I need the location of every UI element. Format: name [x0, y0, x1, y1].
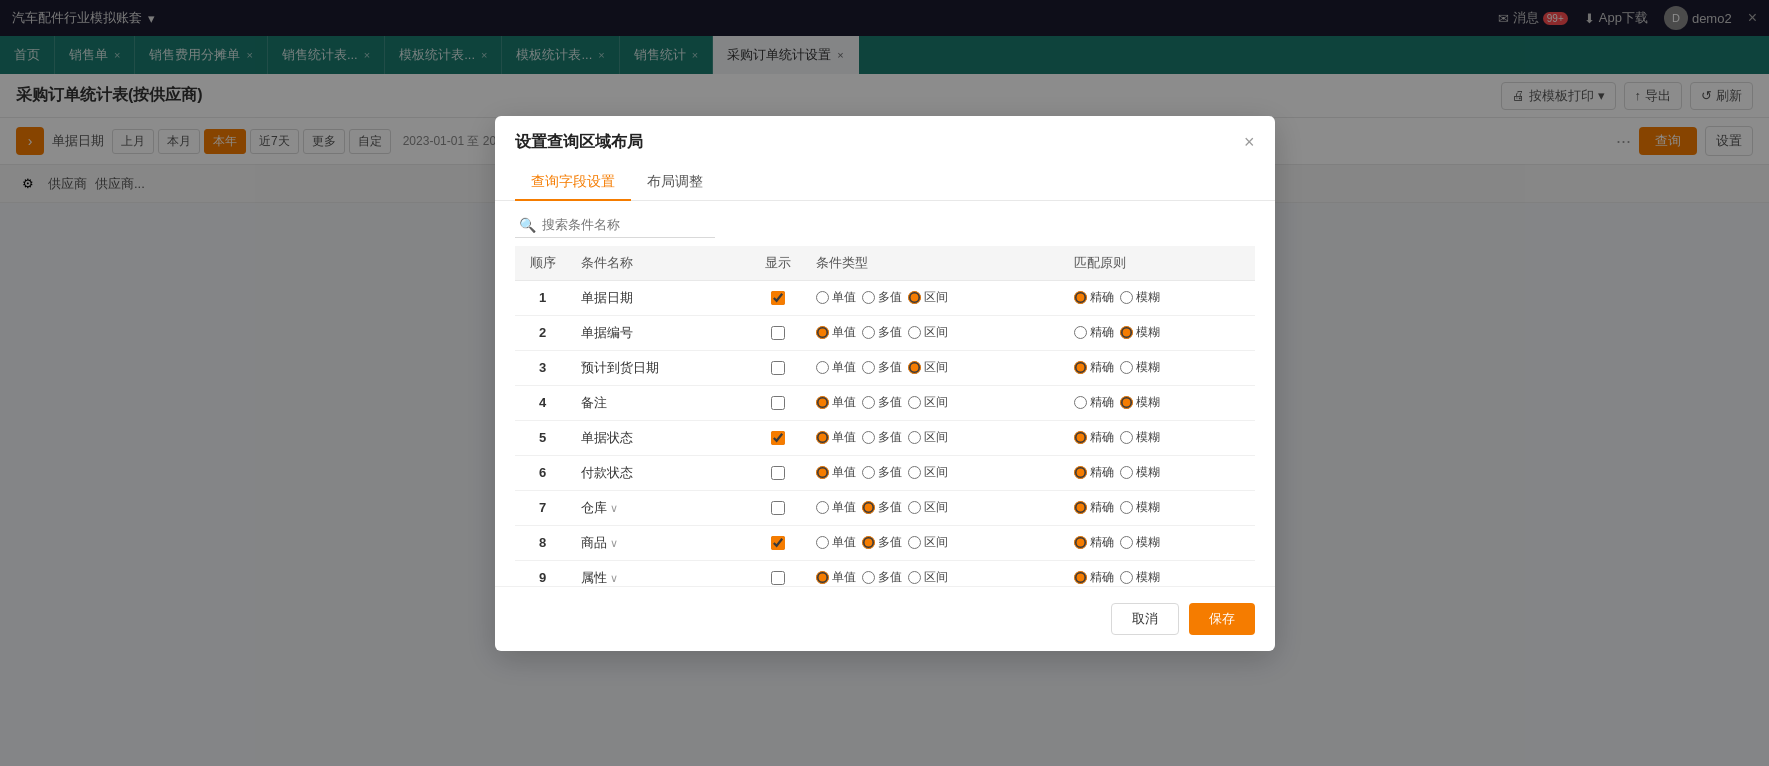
search-row: 🔍	[495, 201, 1275, 204]
dialog: 设置查询区域布局 × 查询字段设置 布局调整 🔍 顺序 条件名称	[495, 116, 1275, 204]
dialog-header: 设置查询区域布局 ×	[495, 116, 1275, 153]
dialog-title: 设置查询区域布局	[515, 132, 643, 153]
dialog-overlay: 设置查询区域布局 × 查询字段设置 布局调整 🔍 顺序 条件名称	[0, 0, 1769, 203]
dialog-close-button[interactable]: ×	[1244, 132, 1255, 153]
tab-query-fields[interactable]: 查询字段设置	[515, 165, 631, 201]
tab-layout[interactable]: 布局调整	[631, 165, 719, 201]
dialog-tabs: 查询字段设置 布局调整	[495, 153, 1275, 201]
